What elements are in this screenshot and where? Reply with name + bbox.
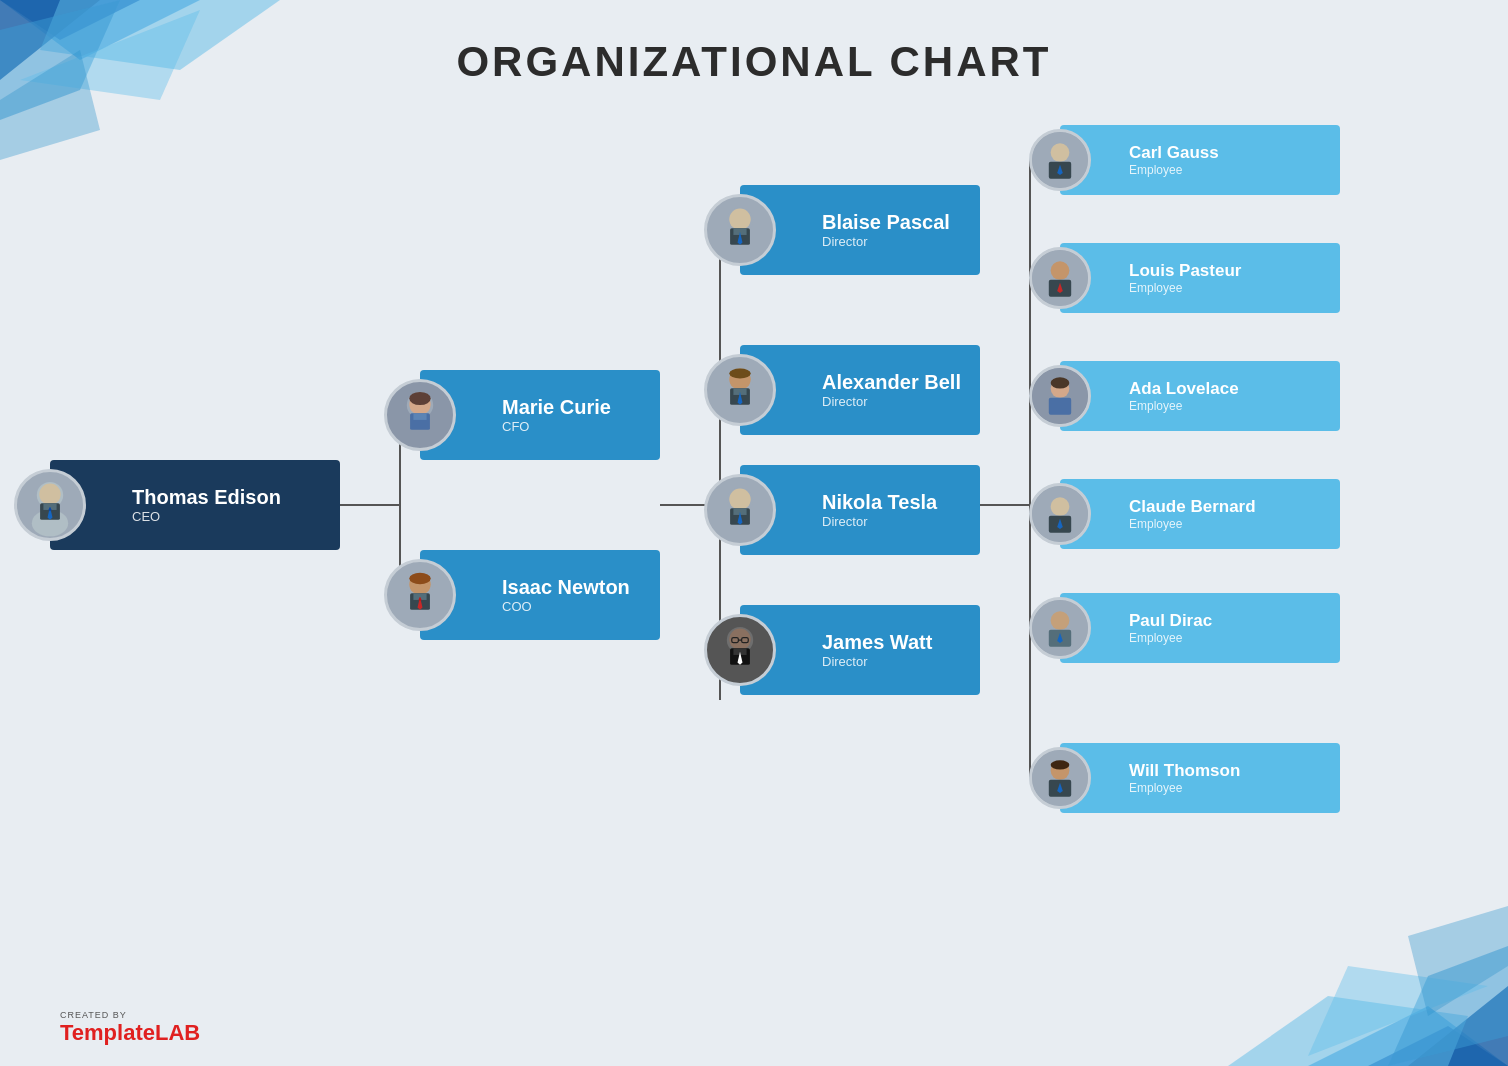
- svg-marker-8: [1368, 1026, 1508, 1066]
- logo-brand: TemplateLAB: [60, 1020, 200, 1046]
- dir4-text: James Watt Director: [776, 623, 948, 677]
- svg-point-46: [409, 573, 430, 585]
- cfo-name: Marie Curie: [502, 396, 611, 419]
- emp4-role: Employee: [1129, 517, 1256, 531]
- logo-bold: LAB: [155, 1020, 200, 1045]
- logo-created-by: CREATED BY: [60, 1010, 127, 1020]
- dir4-role: Director: [822, 654, 932, 669]
- svg-point-76: [1051, 143, 1070, 162]
- cfo-node: Marie Curie CFO: [420, 370, 660, 460]
- coo-role: COO: [502, 599, 630, 614]
- dir4-avatar: [704, 614, 776, 686]
- dir3-avatar: [704, 474, 776, 546]
- emp5-name: Paul Dirac: [1129, 611, 1212, 631]
- dir2-avatar: [704, 354, 776, 426]
- svg-point-68: [729, 629, 750, 650]
- ceo-name: Thomas Edison: [132, 486, 281, 509]
- svg-point-34: [39, 484, 60, 505]
- coo-text: Isaac Newton COO: [456, 568, 646, 622]
- emp5-text: Paul Dirac Employee: [1091, 605, 1224, 651]
- ceo-role: CEO: [132, 509, 281, 524]
- svg-marker-1: [0, 0, 140, 40]
- svg-marker-13: [1408, 906, 1508, 1016]
- svg-marker-12: [1308, 966, 1488, 1056]
- svg-marker-7: [1308, 1006, 1508, 1066]
- emp2-node: Louis Pasteur Employee: [1060, 243, 1340, 313]
- dir1-text: Blaise Pascal Director: [776, 203, 966, 257]
- dir3-node: Nikola Tesla Director: [740, 465, 980, 555]
- emp4-node: Claude Bernard Employee: [1060, 479, 1340, 549]
- emp3-role: Employee: [1129, 399, 1239, 413]
- logo-light: Template: [60, 1020, 155, 1045]
- svg-point-92: [1051, 611, 1070, 630]
- emp1-node: Carl Gauss Employee: [1060, 125, 1340, 195]
- svg-point-41: [409, 392, 430, 405]
- emp6-name: Will Thomson: [1129, 761, 1240, 781]
- dir3-text: Nikola Tesla Director: [776, 483, 953, 537]
- svg-point-63: [729, 489, 750, 510]
- emp5-node: Paul Dirac Employee: [1060, 593, 1340, 663]
- cfo-text: Marie Curie CFO: [456, 388, 627, 442]
- dir1-node: Blaise Pascal Director: [740, 185, 980, 275]
- svg-rect-86: [1049, 398, 1071, 415]
- ceo-text: Thomas Edison CEO: [86, 478, 297, 532]
- emp5-avatar: [1029, 597, 1091, 659]
- emp2-name: Louis Pasteur: [1129, 261, 1241, 281]
- emp2-role: Employee: [1129, 281, 1241, 295]
- emp4-name: Claude Bernard: [1129, 497, 1256, 517]
- dir2-text: Alexander Bell Director: [776, 363, 977, 417]
- emp6-text: Will Thomson Employee: [1091, 755, 1252, 801]
- emp3-node: Ada Lovelace Employee: [1060, 361, 1340, 431]
- dir2-name: Alexander Bell: [822, 371, 961, 394]
- emp1-role: Employee: [1129, 163, 1219, 177]
- dir3-role: Director: [822, 514, 937, 529]
- emp2-avatar: [1029, 247, 1091, 309]
- svg-point-97: [1051, 760, 1070, 769]
- coo-avatar: [384, 559, 456, 631]
- dir4-name: James Watt: [822, 631, 932, 654]
- ceo-node: Thomas Edison CEO: [50, 460, 340, 550]
- emp4-text: Claude Bernard Employee: [1091, 491, 1268, 537]
- dir1-avatar: [704, 194, 776, 266]
- svg-marker-11: [1388, 946, 1508, 1066]
- coo-node: Isaac Newton COO: [420, 550, 660, 640]
- svg-marker-9: [1408, 986, 1508, 1066]
- emp4-avatar: [1029, 483, 1091, 545]
- svg-point-88: [1051, 497, 1070, 516]
- page-title: ORGANIZATIONAL CHART: [0, 38, 1508, 86]
- emp6-node: Will Thomson Employee: [1060, 743, 1340, 813]
- svg-point-80: [1051, 261, 1070, 280]
- dir4-node: James Watt Director: [740, 605, 980, 695]
- svg-point-85: [1051, 377, 1070, 388]
- coo-name: Isaac Newton: [502, 576, 630, 599]
- dir3-name: Nikola Tesla: [822, 491, 937, 514]
- emp3-avatar: [1029, 365, 1091, 427]
- ceo-avatar: [14, 469, 86, 541]
- emp3-name: Ada Lovelace: [1129, 379, 1239, 399]
- dir1-role: Director: [822, 234, 950, 249]
- emp6-avatar: [1029, 747, 1091, 809]
- svg-point-58: [729, 369, 750, 379]
- emp1-name: Carl Gauss: [1129, 143, 1219, 163]
- dir1-name: Blaise Pascal: [822, 211, 950, 234]
- svg-rect-43: [413, 413, 426, 420]
- cfo-role: CFO: [502, 419, 611, 434]
- emp3-text: Ada Lovelace Employee: [1091, 373, 1251, 419]
- svg-point-52: [729, 209, 750, 230]
- logo: CREATED BY TemplateLAB: [60, 1010, 200, 1046]
- emp6-role: Employee: [1129, 781, 1240, 795]
- cfo-avatar: [384, 379, 456, 451]
- emp1-avatar: [1029, 129, 1091, 191]
- emp5-role: Employee: [1129, 631, 1212, 645]
- dir2-role: Director: [822, 394, 961, 409]
- emp2-text: Louis Pasteur Employee: [1091, 255, 1253, 301]
- dir2-node: Alexander Bell Director: [740, 345, 980, 435]
- emp1-text: Carl Gauss Employee: [1091, 137, 1231, 183]
- svg-marker-10: [1228, 996, 1468, 1066]
